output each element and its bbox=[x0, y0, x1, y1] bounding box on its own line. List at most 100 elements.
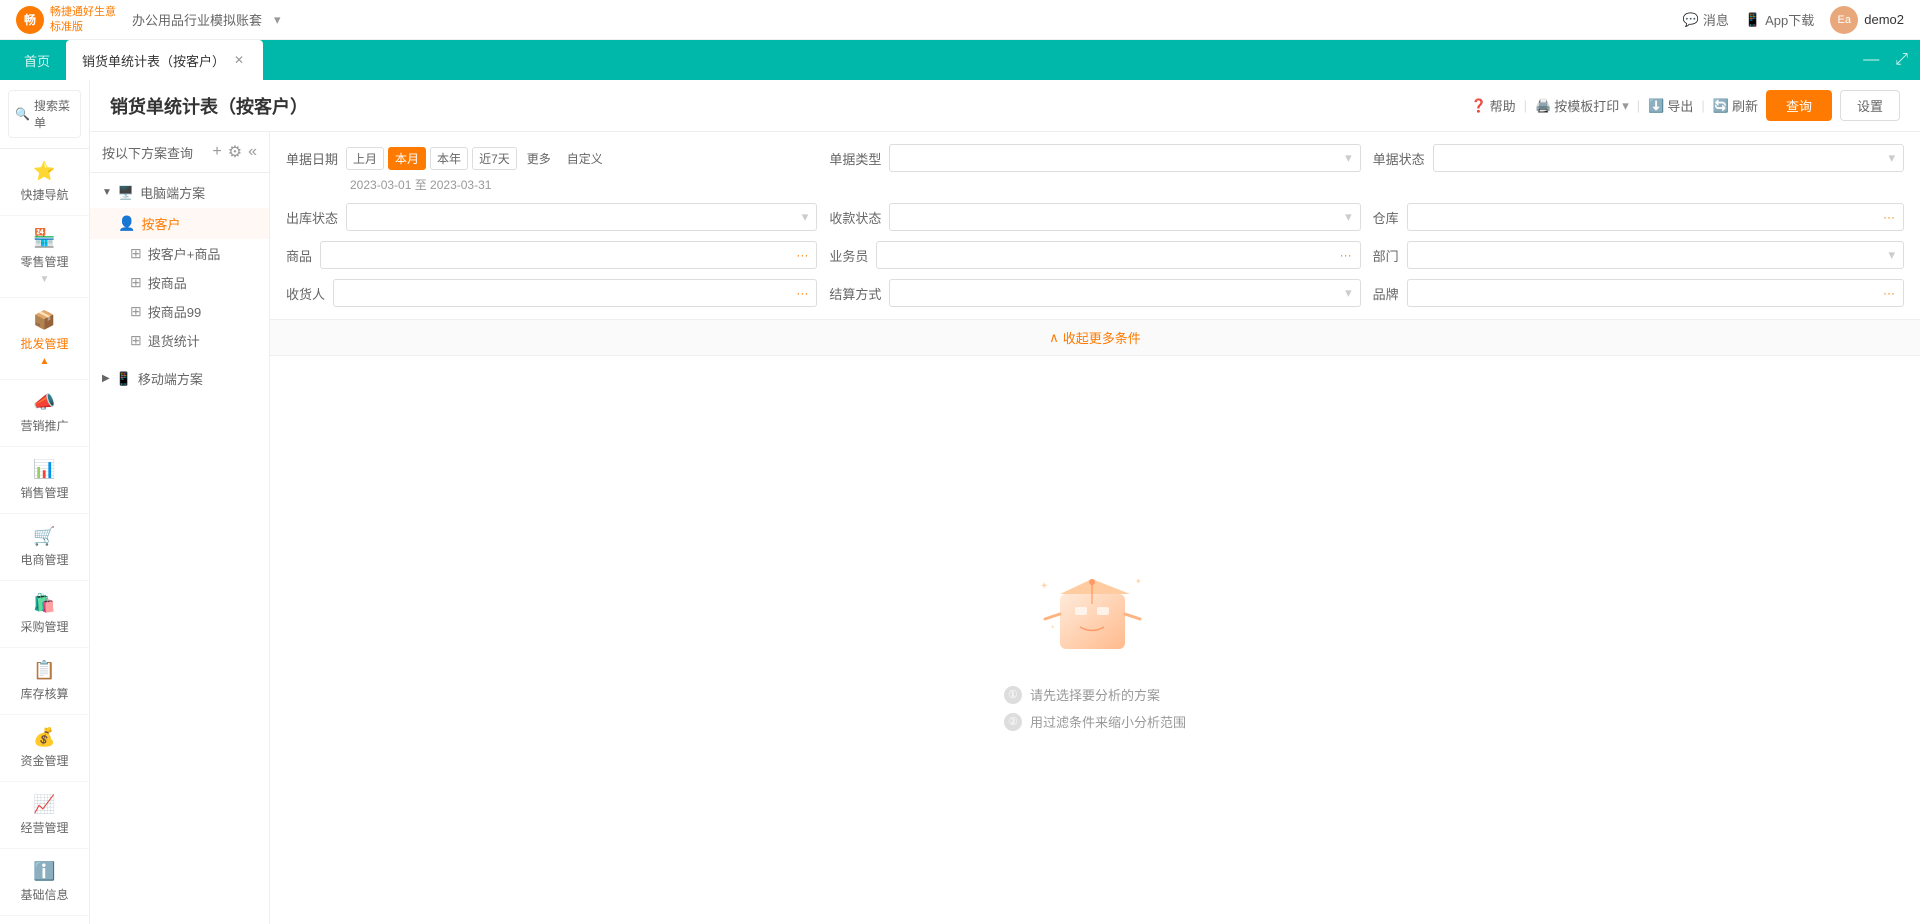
search-menu-button[interactable]: 🔍 搜索菜单 bbox=[8, 90, 81, 138]
scheme-sub-item-goods99[interactable]: ⊞ 按商品99 bbox=[90, 297, 269, 326]
print-button[interactable]: 🖨️ 按模板打印 ▾ bbox=[1535, 96, 1629, 115]
brand-label: 品牌 bbox=[1373, 284, 1399, 303]
wholesale-arrow: ▲ bbox=[40, 356, 50, 367]
tab-home[interactable]: 首页 bbox=[8, 40, 66, 80]
doc-type-label: 单据类型 bbox=[829, 149, 881, 168]
search-icon: 🔍 bbox=[15, 107, 30, 121]
last-month-btn[interactable]: 上月 bbox=[346, 147, 384, 170]
divider2: | bbox=[1637, 98, 1640, 113]
operations-label: 经营管理 bbox=[20, 819, 68, 836]
export-button[interactable]: ⬇️ 导出 bbox=[1648, 96, 1693, 115]
print-dropdown-icon: ▾ bbox=[1622, 98, 1629, 114]
settings-button[interactable]: 设置 bbox=[1840, 90, 1900, 121]
department-select[interactable]: ▾ bbox=[1407, 241, 1904, 269]
desktop-group-header[interactable]: ▼ 🖥️ 电脑端方案 bbox=[90, 177, 269, 208]
divider3: | bbox=[1701, 98, 1704, 113]
mobile-group-header[interactable]: ▶ 📱 移动端方案 bbox=[90, 363, 269, 394]
sidebar-item-marketing[interactable]: 📣 营销推广 bbox=[0, 380, 89, 447]
last7-btn[interactable]: 近7天 bbox=[472, 147, 517, 170]
mobile-scheme-group: ▶ 📱 移动端方案 bbox=[90, 359, 269, 398]
warehouse-dots: ··· bbox=[1883, 210, 1895, 224]
empty-tip-1: ① 请先选择要分析的方案 bbox=[1004, 685, 1186, 704]
current-year-btn[interactable]: 本年 bbox=[430, 147, 468, 170]
user-area[interactable]: Ea demo2 bbox=[1830, 6, 1904, 34]
tab-maximize-icon[interactable]: ⤢ bbox=[1891, 47, 1912, 73]
scheme-collapse-button[interactable]: « bbox=[248, 143, 257, 161]
operations-icon: 📈 bbox=[33, 794, 55, 815]
wholesale-icon: 📦 bbox=[33, 310, 55, 331]
tip-text-1: 请先选择要分析的方案 bbox=[1030, 685, 1160, 704]
doc-type-select[interactable]: ▾ bbox=[889, 144, 1360, 172]
sidebar-item-system[interactable]: ⚙️ 系统管理 bbox=[0, 916, 89, 924]
ecommerce-label: 电商管理 bbox=[20, 551, 68, 568]
current-month-btn[interactable]: 本月 bbox=[388, 147, 426, 170]
help-button[interactable]: ❓ 帮助 bbox=[1470, 96, 1515, 115]
brand-input[interactable]: ··· bbox=[1407, 279, 1904, 307]
receipt-status-arrow: ▾ bbox=[1345, 209, 1352, 225]
warehouse-input[interactable]: ··· bbox=[1407, 203, 1904, 231]
sidebar-item-purchase[interactable]: 🛍️ 采购管理 bbox=[0, 581, 89, 648]
scheme-settings-button[interactable]: ⚙ bbox=[228, 142, 242, 162]
app-title-dropdown[interactable]: ▾ bbox=[274, 12, 281, 28]
salesperson-cell: 业务员 ··· bbox=[829, 241, 1360, 269]
doc-status-arrow: ▾ bbox=[1888, 150, 1895, 166]
scheme-sub-item-goods[interactable]: ⊞ 按商品 bbox=[90, 268, 269, 297]
query-button[interactable]: 查询 bbox=[1766, 90, 1832, 121]
goods-input[interactable]: ··· bbox=[320, 241, 817, 269]
sidebar-item-quick-nav[interactable]: ⭐ 快捷导航 bbox=[0, 149, 89, 216]
sidebar-item-inventory[interactable]: 📋 库存核算 bbox=[0, 648, 89, 715]
ecommerce-icon: 🛒 bbox=[33, 526, 55, 547]
tab-sales-stats[interactable]: 销货单统计表（按客户） ✕ bbox=[66, 40, 263, 80]
more-date-btn[interactable]: 更多 bbox=[521, 148, 557, 169]
scheme-sub-item-return[interactable]: ⊞ 退货统计 bbox=[90, 326, 269, 355]
sidebar-item-sales[interactable]: 📊 销售管理 bbox=[0, 447, 89, 514]
svg-text:✦: ✦ bbox=[1050, 624, 1055, 631]
scheme-add-button[interactable]: + bbox=[212, 143, 221, 161]
top-bar-right: 💬 消息 📱 App下载 Ea demo2 bbox=[1683, 6, 1904, 34]
mobile-group-icon: 📱 bbox=[116, 371, 132, 387]
page-title: 销货单统计表（按客户） bbox=[110, 93, 308, 119]
receiver-label: 收货人 bbox=[286, 284, 325, 303]
tab-minimize-icon[interactable]: — bbox=[1859, 47, 1883, 73]
message-button[interactable]: 💬 消息 bbox=[1683, 10, 1729, 29]
sidebar-item-wholesale[interactable]: 📦 批发管理 ▲ bbox=[0, 298, 89, 380]
custom-date-btn[interactable]: 自定义 bbox=[561, 148, 609, 169]
receipt-status-select[interactable]: ▾ bbox=[889, 203, 1360, 231]
out-status-select[interactable]: ▾ bbox=[346, 203, 817, 231]
sidebar-item-finance[interactable]: 💰 资金管理 bbox=[0, 715, 89, 782]
collapse-bar[interactable]: ∧ 收起更多条件 bbox=[270, 320, 1920, 356]
sidebar-item-basic-info[interactable]: ℹ️ 基础信息 bbox=[0, 849, 89, 916]
app-download-button[interactable]: 📱 App下载 bbox=[1745, 10, 1814, 29]
scheme-sub-item-customer-goods[interactable]: ⊞ 按客户+商品 bbox=[90, 239, 269, 268]
sidebar-item-ecommerce[interactable]: 🛒 电商管理 bbox=[0, 514, 89, 581]
goods-label: 商品 bbox=[286, 246, 312, 265]
logo-text: 畅捷通好生意 标准版 bbox=[50, 5, 116, 34]
salesperson-input[interactable]: ··· bbox=[876, 241, 1360, 269]
refresh-button[interactable]: 🔄 刷新 bbox=[1713, 96, 1758, 115]
doc-status-select[interactable]: ▾ bbox=[1433, 144, 1904, 172]
date-range-text: 2023-03-01 至 2023-03-31 bbox=[350, 178, 491, 192]
scheme-item-by-customer[interactable]: 👤 按客户 bbox=[90, 208, 269, 239]
doc-status-label: 单据状态 bbox=[1373, 149, 1425, 168]
help-icon: ❓ bbox=[1470, 98, 1486, 114]
page-header-actions: ❓ 帮助 | 🖨️ 按模板打印 ▾ | ⬇️ 导出 | 🔄 刷新 bbox=[1470, 90, 1900, 121]
sub-label-3: 按商品99 bbox=[148, 302, 201, 321]
download-icon: 📱 bbox=[1745, 12, 1761, 28]
tab-bar: 首页 销货单统计表（按客户） ✕ — ⤢ bbox=[0, 40, 1920, 80]
sub-icon-2: ⊞ bbox=[130, 274, 142, 291]
receiver-input[interactable]: ··· bbox=[333, 279, 817, 307]
out-status-label: 出库状态 bbox=[286, 208, 338, 227]
print-label: 按模板打印 bbox=[1554, 96, 1619, 115]
sidebar-item-operations[interactable]: 📈 经营管理 bbox=[0, 782, 89, 849]
tab-close-icon[interactable]: ✕ bbox=[231, 52, 247, 68]
app-download-label: App下载 bbox=[1765, 10, 1814, 29]
refresh-label: 刷新 bbox=[1732, 96, 1758, 115]
export-icon: ⬇️ bbox=[1648, 98, 1664, 114]
sidebar-item-retail[interactable]: 🏪 零售管理 ▼ bbox=[0, 216, 89, 298]
logo-area: 畅 畅捷通好生意 标准版 bbox=[16, 5, 116, 34]
payment-method-arrow: ▾ bbox=[1345, 285, 1352, 301]
logo-icon: 畅 bbox=[16, 6, 44, 34]
empty-icon: ✦ ✦ ✦ bbox=[1035, 549, 1155, 669]
payment-method-select[interactable]: ▾ bbox=[889, 279, 1360, 307]
mobile-group-label: 移动端方案 bbox=[138, 369, 203, 388]
